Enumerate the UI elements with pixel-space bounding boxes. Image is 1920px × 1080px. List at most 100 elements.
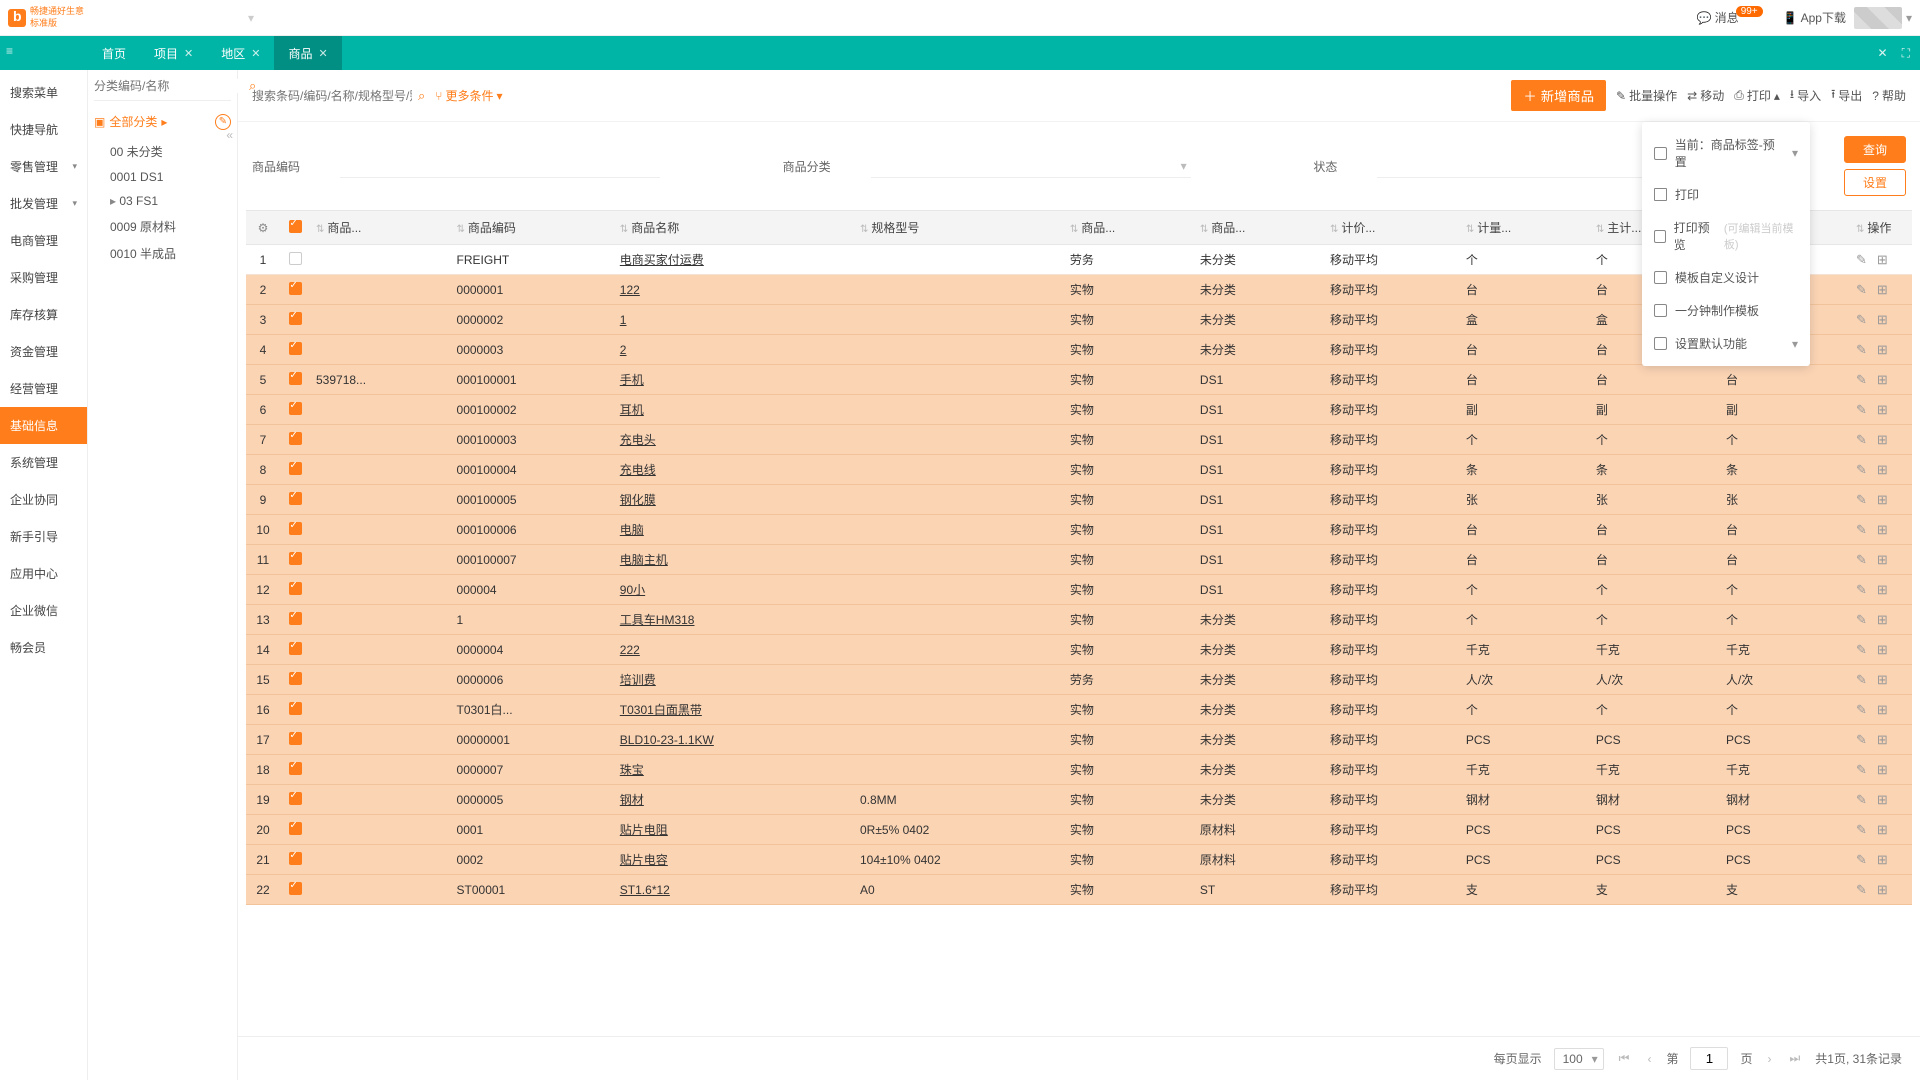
product-name-link[interactable]: 手机	[620, 373, 644, 387]
product-name-link[interactable]: 222	[620, 643, 640, 657]
row-checkbox[interactable]	[289, 612, 302, 625]
more-row-icon[interactable]: ⊞	[1877, 702, 1888, 718]
row-checkbox[interactable]	[289, 552, 302, 565]
table-row[interactable]: 5539718...000100001手机实物DS1移动平均台台台✎⊞	[246, 365, 1912, 395]
user-caret-icon[interactable]: ▾	[1906, 11, 1912, 25]
edit-row-icon[interactable]: ✎	[1856, 252, 1867, 268]
more-row-icon[interactable]: ⊞	[1877, 252, 1888, 268]
edit-row-icon[interactable]: ✎	[1856, 432, 1867, 448]
sidebar-item[interactable]: 批发管理▾	[0, 185, 87, 222]
product-name-link[interactable]: BLD10-23-1.1KW	[620, 733, 714, 747]
sidebar-item[interactable]: 企业协同	[0, 481, 87, 518]
col-header[interactable]: 计量...	[1460, 211, 1590, 245]
more-row-icon[interactable]: ⊞	[1877, 672, 1888, 688]
row-checkbox[interactable]	[289, 822, 302, 835]
more-row-icon[interactable]: ⊞	[1877, 492, 1888, 508]
col-header[interactable]	[280, 211, 310, 245]
tree-search-input[interactable]	[94, 79, 249, 93]
close-icon[interactable]: ✕	[319, 47, 328, 60]
table-row[interactable]: 11000100007电脑主机实物DS1移动平均台台台✎⊞	[246, 545, 1912, 575]
dd-default-func[interactable]: 设置默认功能	[1642, 327, 1810, 360]
filter-cat-select[interactable]	[871, 155, 1191, 178]
col-header[interactable]: 商品...	[310, 211, 451, 245]
sidebar-item[interactable]: 应用中心	[0, 555, 87, 592]
product-name-link[interactable]: 钢材	[620, 793, 644, 807]
row-checkbox[interactable]	[289, 402, 302, 415]
more-row-icon[interactable]: ⊞	[1877, 852, 1888, 868]
row-checkbox[interactable]	[289, 342, 302, 355]
edit-row-icon[interactable]: ✎	[1856, 372, 1867, 388]
search-icon[interactable]: ⌕	[418, 88, 425, 104]
more-row-icon[interactable]: ⊞	[1877, 792, 1888, 808]
more-filters-toggle[interactable]: ⑂ 更多条件 ▾	[435, 87, 502, 104]
next-page-button[interactable]: ›	[1764, 1052, 1774, 1066]
edit-row-icon[interactable]: ✎	[1856, 732, 1867, 748]
more-row-icon[interactable]: ⊞	[1877, 372, 1888, 388]
close-icon[interactable]: ✕	[251, 47, 260, 60]
menu-collapse-icon[interactable]: ≡	[6, 44, 13, 58]
more-row-icon[interactable]: ⊞	[1877, 552, 1888, 568]
table-row[interactable]: 150000006培训费劳务未分类移动平均人/次人/次人/次✎⊞	[246, 665, 1912, 695]
more-row-icon[interactable]: ⊞	[1877, 342, 1888, 358]
product-name-link[interactable]: 耳机	[620, 403, 644, 417]
edit-row-icon[interactable]: ✎	[1856, 882, 1867, 898]
row-checkbox[interactable]	[289, 732, 302, 745]
edit-row-icon[interactable]: ✎	[1856, 762, 1867, 778]
edit-row-icon[interactable]: ✎	[1856, 282, 1867, 298]
product-name-link[interactable]: 1	[620, 313, 627, 327]
row-checkbox[interactable]	[289, 792, 302, 805]
row-checkbox[interactable]	[289, 762, 302, 775]
checkbox-all[interactable]	[289, 220, 302, 233]
tree-item[interactable]: 00 未分类	[102, 138, 231, 165]
col-header[interactable]: 计价...	[1324, 211, 1460, 245]
product-name-link[interactable]: 充电头	[620, 433, 656, 447]
sidebar-item[interactable]: 零售管理▾	[0, 148, 87, 185]
add-product-button[interactable]: ＋ 新增商品	[1511, 80, 1606, 111]
import-link[interactable]: ⭳导入	[1790, 85, 1821, 106]
product-name-link[interactable]: 贴片电容	[620, 853, 668, 867]
gear-icon[interactable]: ⚙	[258, 221, 269, 235]
more-row-icon[interactable]: ⊞	[1877, 312, 1888, 328]
table-row[interactable]: 6000100002耳机实物DS1移动平均副副副✎⊞	[246, 395, 1912, 425]
product-name-link[interactable]: 122	[620, 283, 640, 297]
more-row-icon[interactable]: ⊞	[1877, 582, 1888, 598]
sidebar-item[interactable]: 经营管理	[0, 370, 87, 407]
avatar[interactable]	[1854, 7, 1902, 29]
col-header[interactable]: 商品...	[1064, 211, 1194, 245]
row-checkbox[interactable]	[289, 492, 302, 505]
edit-row-icon[interactable]: ✎	[1856, 792, 1867, 808]
row-checkbox[interactable]	[289, 312, 302, 325]
edit-row-icon[interactable]: ✎	[1856, 852, 1867, 868]
app-download-link[interactable]: 📱 App下载	[1783, 9, 1846, 26]
sidebar-item[interactable]: 电商管理	[0, 222, 87, 259]
tab-首页[interactable]: 首页	[88, 36, 140, 70]
row-checkbox[interactable]	[289, 582, 302, 595]
tree-item[interactable]: 03 FS1	[102, 189, 231, 213]
row-checkbox[interactable]	[289, 642, 302, 655]
col-header[interactable]: ⚙	[246, 211, 280, 245]
edit-row-icon[interactable]: ✎	[1856, 402, 1867, 418]
main-search-input[interactable]	[252, 89, 412, 103]
prev-page-button[interactable]: ‹	[1644, 1052, 1654, 1066]
tree-item[interactable]: 0010 半成品	[102, 240, 231, 267]
row-checkbox[interactable]	[289, 462, 302, 475]
tab-项目[interactable]: 项目✕	[140, 36, 207, 70]
product-name-link[interactable]: 贴片电阻	[620, 823, 668, 837]
export-link[interactable]: ⭱导出	[1831, 85, 1862, 106]
collapse-tree-icon[interactable]: «	[226, 128, 233, 142]
table-row[interactable]: 210002贴片电容104±10% 0402实物原材料移动平均PCSPCSPCS…	[246, 845, 1912, 875]
tab-商品[interactable]: 商品✕	[274, 36, 341, 70]
print-link[interactable]: ⎙打印 ▴	[1734, 87, 1780, 104]
row-checkbox[interactable]	[289, 702, 302, 715]
dd-quick-template[interactable]: 一分钟制作模板	[1642, 294, 1810, 327]
table-row[interactable]: 200001贴片电阻0R±5% 0402实物原材料移动平均PCSPCSPCS✎⊞	[246, 815, 1912, 845]
fullscreen-icon[interactable]: ⛶	[1902, 46, 1910, 61]
table-row[interactable]: 10000100006电脑实物DS1移动平均台台台✎⊞	[246, 515, 1912, 545]
col-header[interactable]: 商品...	[1194, 211, 1324, 245]
row-checkbox[interactable]	[289, 372, 302, 385]
filter-code-input[interactable]	[340, 155, 660, 178]
more-row-icon[interactable]: ⊞	[1877, 822, 1888, 838]
edit-row-icon[interactable]: ✎	[1856, 822, 1867, 838]
product-name-link[interactable]: 90小	[620, 583, 645, 597]
move-link[interactable]: ⇄移动	[1687, 87, 1724, 104]
